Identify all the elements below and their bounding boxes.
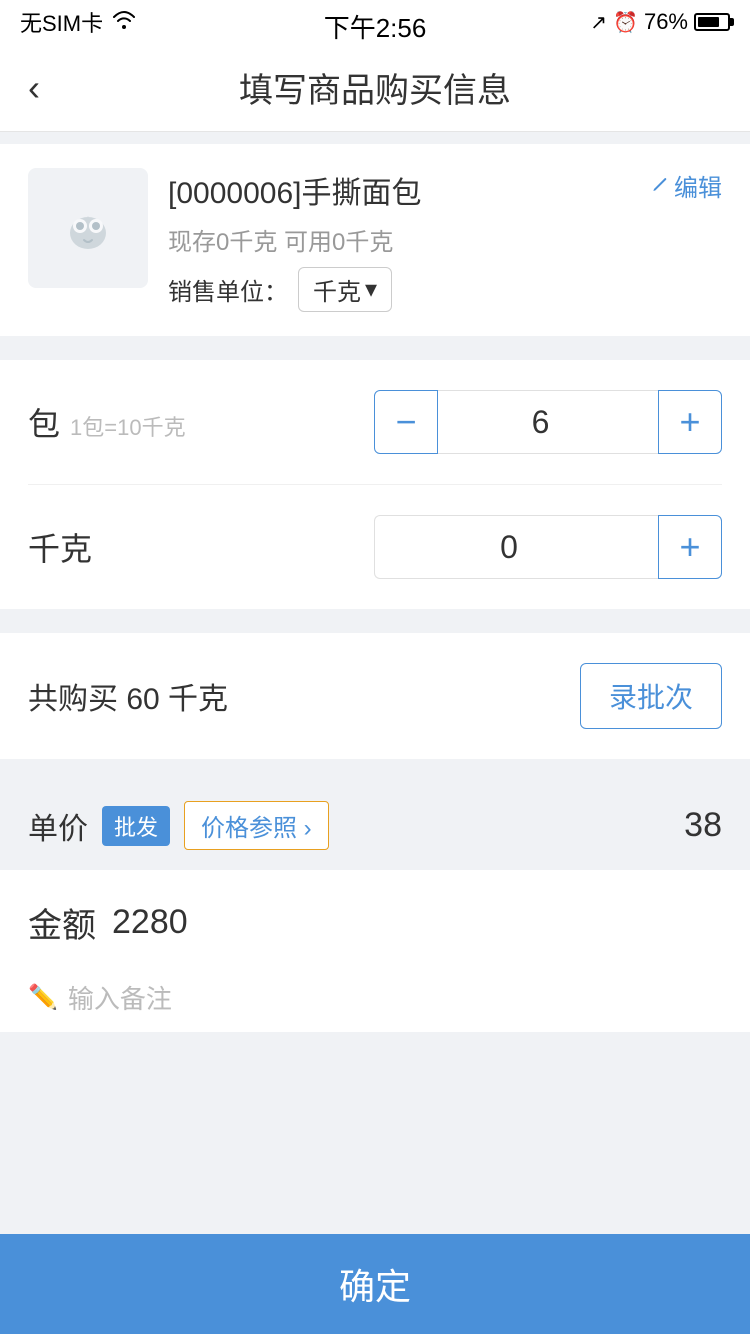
back-button[interactable]: ‹: [28, 67, 40, 109]
pack-minus-button[interactable]: −: [374, 390, 438, 454]
amount-label: 金额: [28, 898, 96, 947]
edit-button[interactable]: 编辑: [650, 168, 722, 203]
price-value: 38: [684, 806, 722, 845]
alarm-icon: ⏰: [613, 10, 638, 35]
battery-icon: [694, 13, 730, 31]
status-bar: 无SIM卡 下午2:56 ↗ ⏰ 76%: [0, 0, 750, 44]
remark-placeholder: 输入备注: [68, 979, 172, 1016]
remark-row[interactable]: ✏️ 输入备注: [28, 963, 722, 1032]
price-section: 单价 批发 价格参照 › 38: [0, 773, 750, 870]
content-spacer: [0, 1032, 750, 1234]
chevron-down-icon: ▾: [365, 275, 377, 304]
status-time: 下午2:56: [324, 8, 427, 45]
content-area: [0000006]手撕面包 编辑 现存0千克 可用0千克 销售单位： 千克 ▾: [0, 132, 750, 1234]
product-header-row: [0000006]手撕面包 编辑: [168, 168, 722, 222]
batch-button[interactable]: 录批次: [580, 663, 722, 729]
pack-hint: 1包=10千克: [70, 410, 186, 442]
amount-row: 金额 2280: [28, 898, 722, 947]
wifi-icon: [111, 9, 137, 35]
kg-control: +: [374, 515, 722, 579]
pack-plus-button[interactable]: +: [658, 390, 722, 454]
price-row: 单价 批发 价格参照 › 38: [28, 801, 722, 870]
page-title: 填写商品购买信息: [239, 63, 511, 112]
amount-section: 金额 2280 ✏️ 输入备注: [0, 870, 750, 1032]
confirm-button[interactable]: 确定: [0, 1234, 750, 1334]
product-stock: 现存0千克 可用0千克: [168, 222, 722, 257]
kg-plus-button[interactable]: +: [658, 515, 722, 579]
kg-input[interactable]: [374, 515, 658, 579]
status-right: ↗ ⏰ 76%: [590, 9, 730, 35]
product-name: [0000006]手撕面包: [168, 168, 421, 212]
amount-value: 2280: [112, 903, 188, 942]
price-ref-button[interactable]: 价格参照 ›: [184, 801, 329, 850]
quantity-row-pack: 包 1包=10千克 − +: [28, 360, 722, 485]
pack-input[interactable]: [438, 390, 658, 454]
unit-value: 千克: [313, 272, 361, 307]
total-label: 共购买 60 千克: [28, 674, 228, 718]
quantity-row-kg: 千克 +: [28, 485, 722, 609]
status-left: 无SIM卡: [20, 6, 137, 38]
kg-label: 千克: [28, 524, 92, 570]
nav-bar: ‹ 填写商品购买信息: [0, 44, 750, 132]
pack-control: − +: [374, 390, 722, 454]
location-icon: ↗: [590, 10, 607, 35]
product-image: [28, 168, 148, 288]
pencil-icon: ✏️: [28, 983, 58, 1012]
total-section: 共购买 60 千克 录批次: [0, 633, 750, 759]
divider-2: [0, 609, 750, 621]
unit-label: 销售单位：: [168, 272, 288, 307]
product-info: [0000006]手撕面包 编辑 现存0千克 可用0千克 销售单位： 千克 ▾: [168, 168, 722, 312]
product-unit-row: 销售单位： 千克 ▾: [168, 267, 722, 312]
carrier-text: 无SIM卡: [20, 6, 103, 38]
pack-label: 包 1包=10千克: [28, 399, 186, 445]
unit-select[interactable]: 千克 ▾: [298, 267, 392, 312]
quantity-section: 包 1包=10千克 − + 千克 +: [0, 360, 750, 609]
product-card: [0000006]手撕面包 编辑 现存0千克 可用0千克 销售单位： 千克 ▾: [0, 144, 750, 336]
price-label: 单价: [28, 804, 88, 848]
battery-percent: 76%: [644, 9, 688, 35]
price-tag: 批发: [102, 806, 170, 846]
divider-3: [0, 759, 750, 771]
divider-1: [0, 336, 750, 348]
